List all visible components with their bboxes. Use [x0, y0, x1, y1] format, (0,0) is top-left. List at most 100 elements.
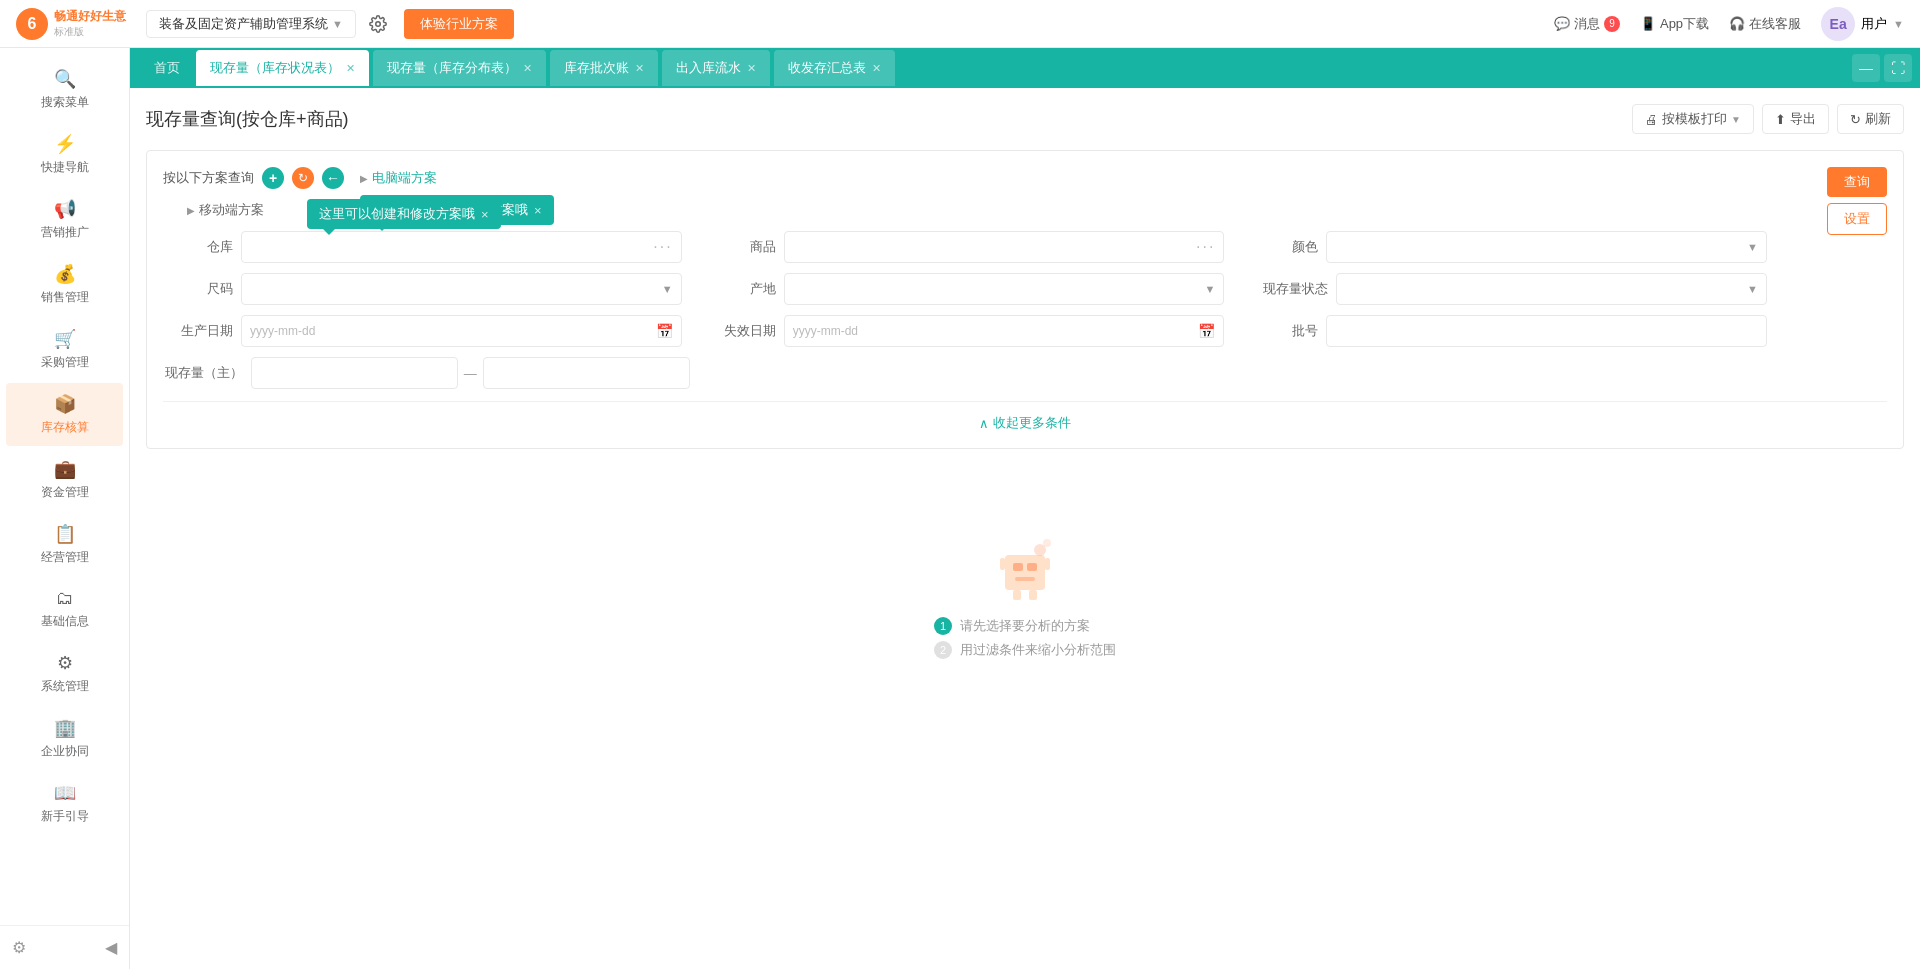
svg-point-10	[1043, 539, 1051, 547]
sidebar-item-label: 经营管理	[41, 549, 89, 566]
sidebar-item-search-menu[interactable]: 🔍 搜索菜单	[6, 58, 123, 121]
message-item[interactable]: 💬 消息 9	[1554, 15, 1620, 33]
system-select[interactable]: 装备及固定资产辅助管理系统 ▼	[146, 10, 356, 38]
batch-label: 批号	[1248, 322, 1318, 340]
svg-rect-2	[1013, 563, 1023, 571]
color-select[interactable]: ▼	[1326, 231, 1767, 263]
tab-collect-summary[interactable]: 收发存汇总表 ✕	[774, 50, 895, 86]
purchase-icon: 🛒	[54, 328, 76, 350]
filter-cycle-button[interactable]: ↻	[292, 167, 314, 189]
stock-qty-min[interactable]	[251, 357, 458, 389]
tab-inout-flow[interactable]: 出入库流水 ✕	[662, 50, 770, 86]
empty-step-1: 1 请先选择要分析的方案	[934, 617, 1116, 635]
header-actions: 🖨 按模板打印 ▼ ⬆ 导出 ↻ 刷新	[1632, 104, 1904, 134]
desktop-scheme-label[interactable]: 电脑端方案	[372, 169, 437, 187]
settings-icon[interactable]	[364, 10, 392, 38]
top-bar-right: 💬 消息 9 📱 App下载 🎧 在线客服 Ea 用户 ▼	[1554, 7, 1904, 41]
headset-icon: 🎧	[1729, 16, 1745, 31]
sidebar-item-purchase[interactable]: 🛒 采购管理	[6, 318, 123, 381]
origin-label: 产地	[706, 280, 776, 298]
origin-select[interactable]: ▼	[784, 273, 1225, 305]
stock-status-select[interactable]: ▼	[1336, 273, 1767, 305]
mobile-scheme-label[interactable]: 移动端方案	[199, 201, 264, 219]
scheme-section: ▶ 电脑端方案 电脑方案可设为移动方案哦 ×	[360, 169, 437, 187]
filter-field-stock-status: 现存量状态 ▼	[1248, 273, 1767, 305]
tab-label: 收发存汇总表	[788, 59, 866, 77]
create-tooltip: 这里可以创建和修改方案哦 ×	[307, 199, 501, 229]
tab-label: 现存量（库存状况表）	[210, 59, 340, 77]
phone-icon: 📱	[1640, 16, 1656, 31]
size-select[interactable]: ▼	[241, 273, 682, 305]
export-button[interactable]: ⬆ 导出	[1762, 104, 1829, 134]
svg-point-0	[376, 21, 381, 26]
logo-area: 6 畅通好好生意 标准版	[16, 8, 146, 40]
tab-close-icon[interactable]: ✕	[346, 62, 355, 75]
sidebar-item-finance[interactable]: 💼 资金管理	[6, 448, 123, 511]
message-badge: 9	[1604, 16, 1620, 32]
empty-steps: 1 请先选择要分析的方案 2 用过滤条件来缩小分析范围	[934, 617, 1116, 659]
tab-close-icon[interactable]: ✕	[872, 62, 881, 75]
sidebar-item-label: 基础信息	[41, 613, 89, 630]
filter-label-text: 按以下方案查询	[163, 169, 254, 187]
tab-batch-account[interactable]: 库存批次账 ✕	[550, 50, 658, 86]
sidebar-item-enterprise[interactable]: 🏢 企业协同	[6, 707, 123, 770]
product-select[interactable]: ···	[784, 231, 1225, 263]
tab-home[interactable]: 首页	[138, 48, 196, 88]
message-icon: 💬	[1554, 16, 1570, 31]
collapse-up-icon: ∧	[979, 416, 989, 431]
desktop-tooltip-close[interactable]: ×	[534, 203, 542, 218]
sidebar-item-label: 新手引导	[41, 808, 89, 825]
filter-field-color: 颜色 ▼	[1248, 231, 1767, 263]
collapse-sidebar-icon[interactable]: ◀	[105, 938, 117, 957]
inventory-icon: 📦	[54, 393, 76, 415]
sidebar-item-inventory[interactable]: 📦 库存核算	[6, 383, 123, 446]
sidebar-item-sales[interactable]: 💰 销售管理	[6, 253, 123, 316]
collapse-button[interactable]: ∧ 收起更多条件	[979, 414, 1071, 432]
sidebar-item-guide[interactable]: 📖 新手引导	[6, 772, 123, 835]
tab-inventory-status[interactable]: 现存量（库存状况表） ✕	[196, 50, 369, 86]
reset-button[interactable]: 设置	[1827, 203, 1887, 235]
tab-minimize-button[interactable]: —	[1852, 54, 1880, 82]
filter-back-button[interactable]: ←	[322, 167, 344, 189]
tab-close-icon[interactable]: ✕	[523, 62, 532, 75]
search-button[interactable]: 查询	[1827, 167, 1887, 197]
main-content: 现存量查询(按仓库+商品) 🖨 按模板打印 ▼ ⬆ 导出 ↻	[130, 88, 1920, 969]
sidebar-item-basic-info[interactable]: 🗂 基础信息	[6, 578, 123, 640]
create-tooltip-wrapper: 这里可以创建和修改方案哦 ×	[307, 199, 501, 229]
filter-row-2: 尺码 ▼ 产地 ▼	[163, 273, 1887, 305]
product-dots-icon: ···	[1196, 238, 1215, 256]
content-area: 首页 现存量（库存状况表） ✕ 现存量（库存分布表） ✕ 库存批次账 ✕ 出入库…	[130, 48, 1920, 969]
prod-date-start[interactable]: yyyy-mm-dd 📅	[241, 315, 682, 347]
create-tooltip-close[interactable]: ×	[481, 207, 489, 222]
tab-label: 出入库流水	[676, 59, 741, 77]
app-download-item[interactable]: 📱 App下载	[1640, 15, 1709, 33]
filter-add-button[interactable]: +	[262, 167, 284, 189]
sidebar-item-system[interactable]: ⚙ 系统管理	[6, 642, 123, 705]
sidebar-item-label: 销售管理	[41, 289, 89, 306]
filter-field-batch: 批号	[1248, 315, 1767, 347]
tab-maximize-button[interactable]: ⛶	[1884, 54, 1912, 82]
calendar-icon-2: 📅	[1198, 323, 1215, 339]
tab-inventory-dist[interactable]: 现存量（库存分布表） ✕	[373, 50, 546, 86]
online-support-item[interactable]: 🎧 在线客服	[1729, 15, 1801, 33]
filter-row-4: 现存量（主） —	[163, 357, 1887, 389]
settings-bottom-icon[interactable]: ⚙	[12, 938, 26, 957]
warehouse-select[interactable]: ···	[241, 231, 682, 263]
trial-button[interactable]: 体验行业方案	[404, 9, 514, 39]
tab-close-icon[interactable]: ✕	[747, 62, 756, 75]
range-dash: —	[464, 366, 477, 381]
stock-qty-max[interactable]	[483, 357, 690, 389]
chevron-down-icon: ▼	[332, 18, 343, 30]
tab-close-icon[interactable]: ✕	[635, 62, 644, 75]
tab-label: 现存量（库存分布表）	[387, 59, 517, 77]
filter-row-3: 生产日期 yyyy-mm-dd 📅 失效日期 yyyy-mm-dd 📅	[163, 315, 1887, 347]
expire-date-start[interactable]: yyyy-mm-dd 📅	[784, 315, 1225, 347]
user-area[interactable]: Ea 用户 ▼	[1821, 7, 1904, 41]
warehouse-label: 仓库	[163, 238, 233, 256]
sidebar-item-quick-nav[interactable]: ⚡ 快捷导航	[6, 123, 123, 186]
print-button[interactable]: 🖨 按模板打印 ▼	[1632, 104, 1754, 134]
batch-input[interactable]	[1326, 315, 1767, 347]
sidebar-item-marketing[interactable]: 📢 营销推广	[6, 188, 123, 251]
sidebar-item-operations[interactable]: 📋 经营管理	[6, 513, 123, 576]
refresh-button[interactable]: ↻ 刷新	[1837, 104, 1904, 134]
